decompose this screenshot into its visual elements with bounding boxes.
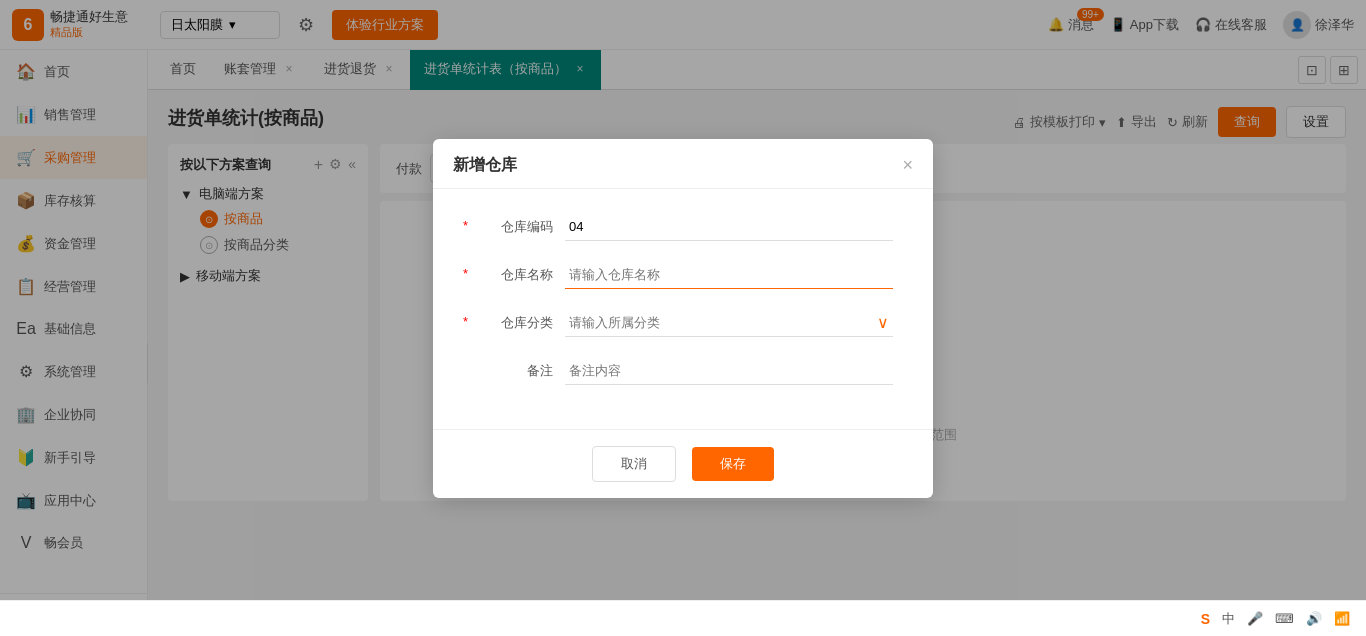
modal-footer: 取消 保存 (433, 429, 933, 498)
bottom-network-icon[interactable]: 📶 (1334, 611, 1350, 626)
modal-overlay[interactable]: 新增仓库 × 仓库编码 仓库名称 仓库分类 ∨ (0, 0, 1366, 636)
bottom-zh-icon[interactable]: 中 (1222, 610, 1235, 628)
remark-row: 备注 (473, 357, 893, 385)
warehouse-category-label: 仓库分类 (473, 314, 553, 332)
bottom-bar: S 中 🎤 ⌨ 🔊 📶 (0, 600, 1366, 636)
save-button[interactable]: 保存 (692, 447, 774, 481)
bottom-speaker-icon[interactable]: 🔊 (1306, 611, 1322, 626)
warehouse-code-row: 仓库编码 (473, 213, 893, 241)
warehouse-category-input[interactable] (569, 315, 877, 330)
modal-close-button[interactable]: × (902, 155, 913, 176)
modal-header: 新增仓库 × (433, 139, 933, 189)
warehouse-name-row: 仓库名称 (473, 261, 893, 289)
warehouse-code-input[interactable] (565, 213, 893, 241)
warehouse-name-input[interactable] (565, 261, 893, 289)
warehouse-code-label: 仓库编码 (473, 218, 553, 236)
bottom-keyboard-icon[interactable]: ⌨ (1275, 611, 1294, 626)
category-dropdown-arrow: ∨ (877, 313, 889, 332)
modal-body: 仓库编码 仓库名称 仓库分类 ∨ 备注 (433, 189, 933, 429)
modal-title: 新增仓库 (453, 155, 517, 176)
modal-new-warehouse: 新增仓库 × 仓库编码 仓库名称 仓库分类 ∨ (433, 139, 933, 498)
bottom-mic-icon[interactable]: 🎤 (1247, 611, 1263, 626)
warehouse-name-label: 仓库名称 (473, 266, 553, 284)
bottom-logo: S (1201, 611, 1210, 627)
warehouse-category-select[interactable]: ∨ (565, 309, 893, 337)
remark-label: 备注 (473, 362, 553, 380)
remark-input[interactable] (565, 357, 893, 385)
warehouse-category-row: 仓库分类 ∨ (473, 309, 893, 337)
cancel-button[interactable]: 取消 (592, 446, 676, 482)
